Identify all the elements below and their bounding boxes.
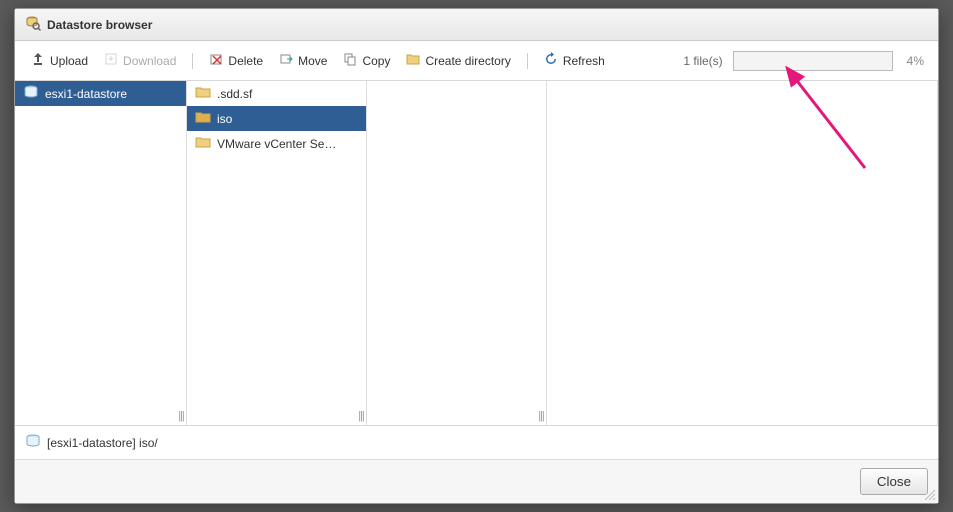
item-label: iso xyxy=(217,112,232,126)
download-icon xyxy=(104,52,118,69)
path-bar: [esxi1-datastore] iso/ xyxy=(15,425,938,459)
refresh-icon xyxy=(544,52,558,69)
move-label: Move xyxy=(298,54,327,68)
copy-button[interactable]: Copy xyxy=(337,49,396,72)
toolbar: Upload Download Delete Move Copy xyxy=(15,41,938,81)
column-resize-handle[interactable]: ||| xyxy=(176,409,186,423)
progress-percent: 4% xyxy=(907,54,924,68)
download-button: Download xyxy=(98,49,182,72)
datastore-item[interactable]: esxi1-datastore xyxy=(15,81,186,106)
folder-item[interactable]: .sdd.sf xyxy=(187,81,366,106)
datastore-icon xyxy=(25,434,41,451)
create-dir-label: Create directory xyxy=(425,54,510,68)
datastore-icon xyxy=(23,85,39,102)
magnifier-db-icon xyxy=(25,15,41,34)
column-resize-handle[interactable]: ||| xyxy=(536,409,546,423)
folder-item[interactable]: VMware vCenter Se… xyxy=(187,131,366,156)
refresh-label: Refresh xyxy=(563,54,605,68)
move-button[interactable]: Move xyxy=(273,49,333,72)
separator xyxy=(527,53,528,69)
upload-label: Upload xyxy=(50,54,88,68)
resize-handle[interactable] xyxy=(924,489,936,501)
refresh-button[interactable]: Refresh xyxy=(538,49,611,72)
download-label: Download xyxy=(123,54,176,68)
progress-bar xyxy=(733,51,893,71)
folder-item[interactable]: iso xyxy=(187,106,366,131)
delete-label: Delete xyxy=(228,54,263,68)
folder-icon xyxy=(195,135,211,152)
column-resize-handle[interactable]: ||| xyxy=(356,409,366,423)
item-label: esxi1-datastore xyxy=(45,87,127,101)
copy-icon xyxy=(343,52,357,69)
folder-icon xyxy=(195,85,211,102)
dialog-title: Datastore browser xyxy=(47,18,152,32)
column-1[interactable]: esxi1-datastore ||| xyxy=(15,81,187,425)
folder-plus-icon xyxy=(406,52,420,69)
delete-button[interactable]: Delete xyxy=(203,49,269,72)
titlebar: Datastore browser xyxy=(15,9,938,41)
item-label: VMware vCenter Se… xyxy=(217,137,336,151)
path-text: [esxi1-datastore] iso/ xyxy=(47,436,158,450)
move-icon xyxy=(279,52,293,69)
delete-icon xyxy=(209,52,223,69)
column-browser: esxi1-datastore ||| .sdd.sf iso xyxy=(15,81,938,425)
item-label: .sdd.sf xyxy=(217,87,252,101)
column-4[interactable] xyxy=(547,81,938,425)
column-3[interactable]: ||| xyxy=(367,81,547,425)
file-count: 1 file(s) xyxy=(683,54,722,68)
close-button[interactable]: Close xyxy=(860,468,928,495)
datastore-browser-dialog: Datastore browser Upload Download Delete xyxy=(14,8,939,504)
copy-label: Copy xyxy=(362,54,390,68)
separator xyxy=(192,53,193,69)
upload-icon xyxy=(31,52,45,69)
folder-icon xyxy=(195,110,211,127)
column-2[interactable]: .sdd.sf iso VMware vCenter Se… ||| xyxy=(187,81,367,425)
upload-button[interactable]: Upload xyxy=(25,49,94,72)
dialog-footer: Close xyxy=(15,459,938,503)
create-directory-button[interactable]: Create directory xyxy=(400,49,516,72)
